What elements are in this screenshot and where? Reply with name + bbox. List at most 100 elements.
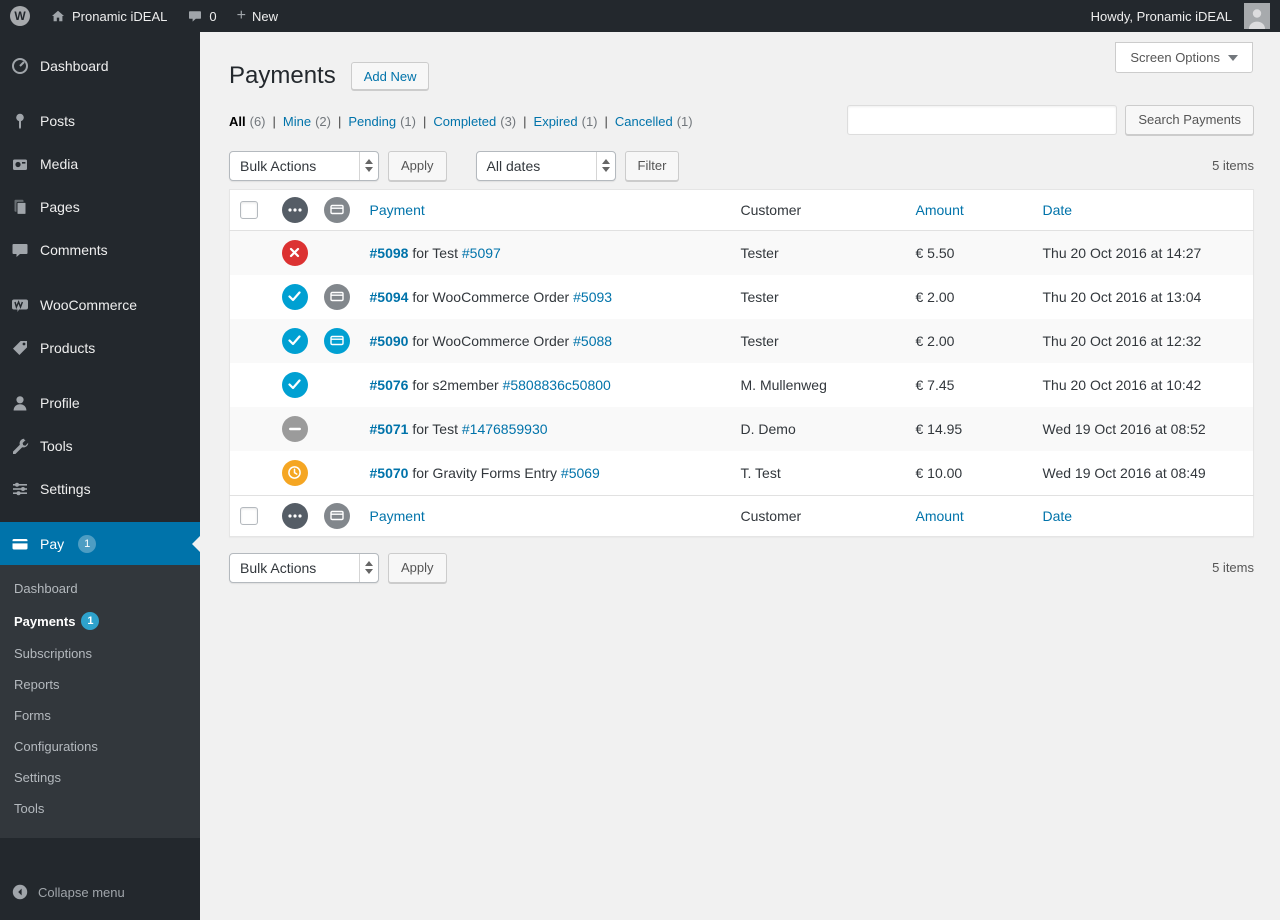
sidebar-item-pages[interactable]: Pages — [0, 185, 200, 228]
sidebar-subitem-configurations[interactable]: Configurations — [0, 731, 200, 762]
sidebar-item-dashboard[interactable]: Dashboard — [0, 44, 200, 87]
current-menu-arrow — [184, 535, 200, 552]
payment-link[interactable]: #5090 — [370, 333, 409, 349]
sort-date-column[interactable]: Date — [1043, 202, 1073, 218]
filter-all[interactable]: All (6) — [229, 114, 266, 129]
sort-payment-column[interactable]: Payment — [370, 202, 425, 218]
payment-link[interactable]: #5098 — [370, 245, 409, 261]
subscription-column-icon[interactable] — [323, 196, 350, 223]
add-new-button[interactable]: Add New — [350, 62, 430, 91]
screen-options-button[interactable]: Screen Options — [1115, 42, 1253, 73]
select-all-checkbox[interactable] — [240, 200, 258, 219]
subitem-label: Forms — [14, 708, 51, 723]
customer-cell: Tester — [740, 288, 779, 305]
collapse-menu-button[interactable]: Collapse menu — [0, 872, 200, 912]
sidebar-subitem-forms[interactable]: Forms — [0, 700, 200, 731]
sidebar-item-products[interactable]: Products — [0, 326, 200, 369]
admin-bar-comments[interactable]: 0 — [177, 0, 226, 32]
sidebar-subitem-payments[interactable]: Payments 1 — [0, 604, 200, 638]
table-footer-row: Payment Customer Amount Date — [229, 494, 1254, 537]
filter-expired[interactable]: Expired(1) — [516, 114, 598, 129]
sort-payment-column[interactable]: Payment — [370, 508, 425, 524]
pay-count-badge: 1 — [78, 534, 97, 553]
wp-logo-menu[interactable]: W — [0, 0, 40, 32]
filter-completed[interactable]: Completed(3) — [416, 114, 516, 129]
search-input[interactable] — [847, 104, 1118, 135]
filter-cancelled[interactable]: Cancelled(1) — [598, 114, 693, 129]
filter-button[interactable]: Filter — [624, 150, 680, 181]
reference-link[interactable]: #5808836c50800 — [503, 377, 611, 393]
subitem-label: Dashboard — [14, 581, 78, 596]
pushpin-icon — [10, 111, 30, 131]
status-column-icon[interactable] — [281, 502, 308, 529]
sort-amount-column[interactable]: Amount — [916, 508, 964, 524]
search-payments-button[interactable]: Search Payments — [1125, 104, 1254, 135]
avatar — [1244, 3, 1270, 29]
select-all-checkbox[interactable] — [240, 506, 258, 525]
subscription-icon — [323, 327, 350, 354]
pay-submenu: Dashboard Payments 1 Subscriptions Report… — [0, 565, 200, 838]
sidebar-item-label: Media — [40, 155, 79, 172]
apply-button[interactable]: Apply — [388, 150, 447, 181]
sidebar-item-label: Posts — [40, 112, 76, 129]
filter-mine[interactable]: Mine(2) — [266, 114, 331, 129]
reference-link[interactable]: #5088 — [573, 333, 612, 349]
status-completed-icon — [281, 283, 308, 310]
site-name-link[interactable]: Pronamic iDEAL — [40, 0, 177, 32]
select-arrows-icon — [359, 553, 378, 582]
tools-icon — [10, 436, 30, 456]
amount-cell: € 14.95 — [915, 420, 963, 437]
reference-link[interactable]: #5097 — [462, 245, 501, 261]
customer-cell: Tester — [740, 244, 779, 261]
payment-link[interactable]: #5071 — [370, 421, 409, 437]
comments-icon — [10, 240, 30, 260]
status-column-icon[interactable] — [281, 196, 308, 223]
sidebar-subitem-reports[interactable]: Reports — [0, 669, 200, 700]
sidebar-item-label: Comments — [40, 241, 108, 258]
sidebar-item-media[interactable]: Media — [0, 142, 200, 185]
subitem-label: Subscriptions — [14, 646, 93, 661]
sidebar-subitem-subscriptions[interactable]: Subscriptions — [0, 638, 200, 669]
sidebar-subitem-dashboard[interactable]: Dashboard — [0, 573, 200, 604]
subscription-column-icon[interactable] — [323, 502, 350, 529]
person-icon — [1249, 9, 1265, 29]
collapse-label: Collapse menu — [38, 884, 125, 900]
admin-bar-right: Howdy, Pronamic iDEAL — [1081, 0, 1280, 32]
payment-row: #5070 for Gravity Forms Entry #5069 T. T… — [230, 451, 1254, 496]
filter-pending[interactable]: Pending(1) — [331, 114, 416, 129]
date-cell: Thu 20 Oct 2016 at 12:32 — [1042, 332, 1202, 349]
reference-link[interactable]: #5069 — [561, 465, 600, 481]
payment-link[interactable]: #5094 — [370, 289, 409, 305]
amount-cell: € 2.00 — [915, 288, 955, 305]
payment-row: #5076 for s2member #5808836c50800 M. Mul… — [230, 363, 1254, 407]
sidebar-subitem-settings[interactable]: Settings — [0, 762, 200, 793]
sort-amount-column[interactable]: Amount — [916, 202, 964, 218]
select-arrows-icon — [359, 151, 378, 180]
sort-date-column[interactable]: Date — [1043, 508, 1073, 524]
sidebar-item-label: Dashboard — [40, 57, 109, 74]
sidebar-item-posts[interactable]: Posts — [0, 99, 200, 142]
reference-link[interactable]: #1476859930 — [462, 421, 548, 437]
sidebar-item-profile[interactable]: Profile — [0, 381, 200, 424]
account-menu[interactable]: Howdy, Pronamic iDEAL — [1081, 0, 1280, 32]
subitem-label: Settings — [14, 770, 61, 785]
apply-button-bottom[interactable]: Apply — [388, 552, 447, 583]
bulk-actions-select[interactable]: Bulk Actions — [229, 150, 379, 181]
bulk-actions-select-bottom[interactable]: Bulk Actions — [229, 552, 379, 583]
sidebar-subitem-tools[interactable]: Tools — [0, 793, 200, 824]
payment-link[interactable]: #5070 — [370, 465, 409, 481]
sidebar-item-comments[interactable]: Comments — [0, 228, 200, 271]
payment-description: for Test — [412, 420, 458, 437]
payment-link[interactable]: #5076 — [370, 377, 409, 393]
payment-description: for s2member — [412, 376, 499, 393]
subitem-label: Payments — [14, 613, 76, 629]
sidebar-item-pay[interactable]: Pay 1 — [0, 522, 200, 565]
date-filter-select[interactable]: All dates — [475, 150, 616, 181]
sidebar-item-tools[interactable]: Tools — [0, 424, 200, 467]
payment-row: #5094 for WooCommerce Order #5093 Tester… — [230, 275, 1254, 319]
reference-link[interactable]: #5093 — [573, 289, 612, 305]
sidebar-item-woocommerce[interactable]: WooCommerce — [0, 283, 200, 326]
sidebar-item-settings[interactable]: Settings — [0, 467, 200, 510]
new-content-button[interactable]: + New — [227, 0, 288, 32]
filter-count: (3) — [500, 113, 517, 129]
